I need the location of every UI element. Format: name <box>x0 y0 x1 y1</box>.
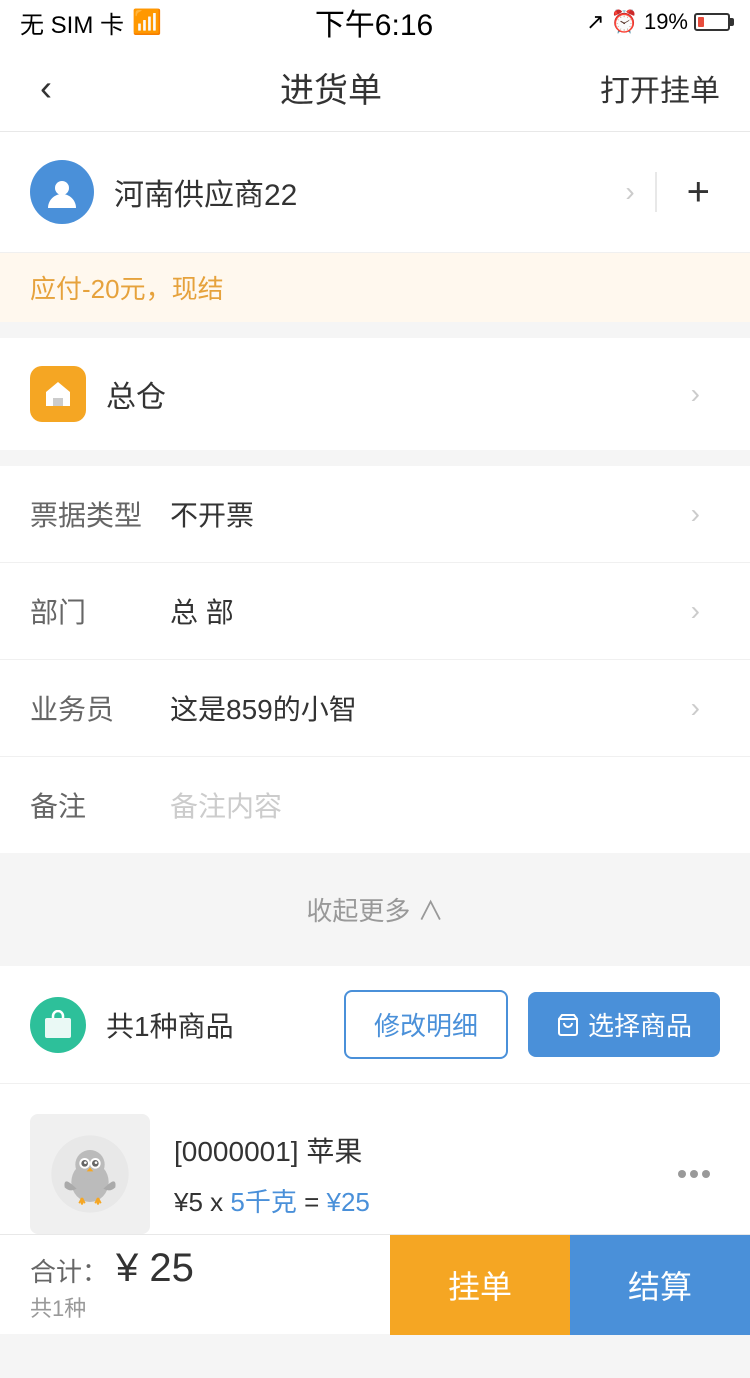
more-options-button[interactable] <box>668 1160 720 1188</box>
supplier-row[interactable]: 河南供应商22 › + <box>0 132 750 253</box>
supplier-notice: 应付-20元，现结 <box>0 253 750 322</box>
hang-button[interactable]: 挂单 <box>390 1235 570 1335</box>
staff-chevron-icon: › <box>691 692 700 724</box>
product-code: [0000001] <box>174 1136 299 1167</box>
products-section: 共1种商品 修改明细 选择商品 <box>0 966 750 1262</box>
staff-label: 业务员 <box>30 688 150 728</box>
total-amount: ¥ 25 <box>116 1246 194 1291</box>
page-title: 进货单 <box>280 63 382 112</box>
staff-value: 这是859的小智 <box>150 688 691 728</box>
add-button[interactable]: + <box>677 170 720 215</box>
products-icon <box>30 997 86 1053</box>
price-equals: = <box>304 1187 326 1217</box>
invoice-label: 票据类型 <box>30 494 150 534</box>
carrier-text: 无 SIM 卡 <box>20 5 124 40</box>
warehouse-name: 总仓 <box>106 372 691 416</box>
vertical-divider <box>655 172 657 212</box>
status-time: 下午6:16 <box>315 0 433 44</box>
content-area: 河南供应商22 › + 应付-20元，现结 总仓 › 票据类型 不开票 › <box>0 132 750 1378</box>
remark-row[interactable]: 备注 备注内容 <box>0 756 750 853</box>
supplier-avatar <box>30 160 94 224</box>
supplier-card: 河南供应商22 › + 应付-20元，现结 <box>0 132 750 322</box>
price-x: x <box>210 1187 230 1217</box>
status-bar: 无 SIM 卡 📶 下午6:16 ↗ ⏰ 19% <box>0 0 750 44</box>
invoice-value: 不开票 <box>150 494 691 534</box>
warehouse-row[interactable]: 总仓 › <box>0 338 750 450</box>
price-value: ¥5 <box>174 1187 203 1217</box>
warehouse-chevron-icon: › <box>691 378 700 410</box>
dept-chevron-icon: › <box>691 595 700 627</box>
select-product-label: 选择商品 <box>588 1006 692 1043</box>
form-card: 票据类型 不开票 › 部门 总 部 › 业务员 这是859的小智 › 备注 备注… <box>0 466 750 853</box>
products-header: 共1种商品 修改明细 选择商品 <box>0 966 750 1084</box>
remark-label: 备注 <box>30 785 150 825</box>
supplier-name: 河南供应商22 <box>114 170 625 214</box>
edit-detail-button[interactable]: 修改明细 <box>344 990 508 1059</box>
invoice-chevron-icon: › <box>691 498 700 530</box>
product-count: 共1种商品 <box>106 1005 324 1045</box>
product-price: ¥5 x 5千克 = ¥25 <box>174 1182 644 1219</box>
quantity-value: 5千克 <box>230 1187 296 1217</box>
battery-indicator <box>694 13 730 31</box>
owl-logo-icon <box>50 1134 130 1214</box>
supplier-chevron-icon: › <box>625 176 634 208</box>
staff-row[interactable]: 业务员 这是859的小智 › <box>0 659 750 756</box>
bottom-bar: 合计： ¥ 25 共1种 挂单 结算 <box>0 1234 750 1334</box>
more-dots-icon <box>678 1170 710 1178</box>
product-name: [0000001] 苹果 <box>174 1130 644 1170</box>
dept-row[interactable]: 部门 总 部 › <box>0 562 750 659</box>
battery-percent: 19% <box>644 9 688 35</box>
status-right: ↗ ⏰ 19% <box>586 9 730 35</box>
open-hang-button[interactable]: 打开挂单 <box>600 66 720 110</box>
bottom-total: 合计： ¥ 25 共1种 <box>0 1246 390 1323</box>
dept-value: 总 部 <box>150 591 691 631</box>
dept-label: 部门 <box>30 591 150 631</box>
select-product-button[interactable]: 选择商品 <box>528 992 720 1057</box>
wifi-icon: 📶 <box>132 8 162 37</box>
checkout-button[interactable]: 结算 <box>570 1235 750 1335</box>
status-left: 无 SIM 卡 📶 <box>20 5 162 40</box>
collapse-row[interactable]: 收起更多 ∧ <box>0 869 750 950</box>
product-info: [0000001] 苹果 ¥5 x 5千克 = ¥25 <box>174 1130 644 1219</box>
total-sub: 共1种 <box>30 1291 360 1323</box>
warehouse-icon <box>30 366 86 422</box>
location-icon: ↗ <box>586 9 604 35</box>
total-value: ¥25 <box>327 1187 370 1217</box>
cart-icon <box>556 1013 580 1037</box>
product-image <box>30 1114 150 1234</box>
warehouse-card[interactable]: 总仓 › <box>0 338 750 450</box>
invoice-row[interactable]: 票据类型 不开票 › <box>0 466 750 562</box>
nav-bar: ‹ 进货单 打开挂单 <box>0 44 750 132</box>
total-label: 合计： <box>30 1252 108 1289</box>
alarm-icon: ⏰ <box>611 9 638 35</box>
back-button[interactable]: ‹ <box>30 57 62 119</box>
remark-input[interactable]: 备注内容 <box>150 785 720 825</box>
product-title: 苹果 <box>306 1136 362 1167</box>
